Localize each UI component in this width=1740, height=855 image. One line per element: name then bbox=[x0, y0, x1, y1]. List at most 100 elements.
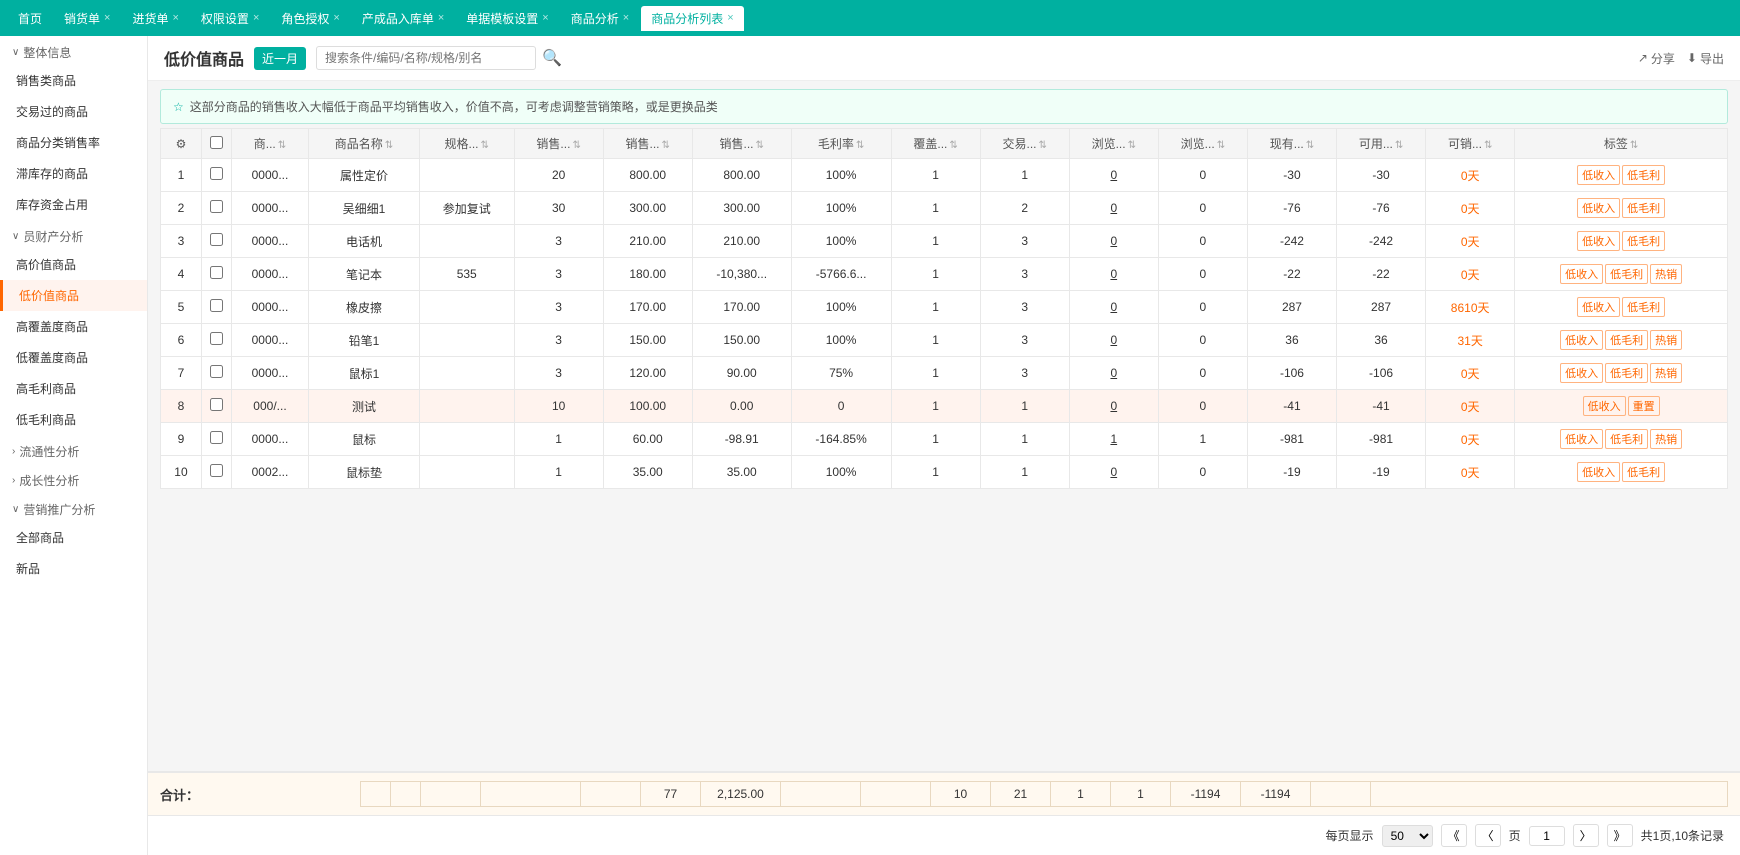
row-checkbox-cell[interactable] bbox=[201, 225, 231, 258]
search-input[interactable] bbox=[316, 46, 536, 70]
row-checkbox[interactable] bbox=[210, 200, 223, 213]
browse1[interactable]: 0 bbox=[1069, 390, 1158, 423]
select-all-checkbox[interactable] bbox=[210, 136, 223, 149]
nav-role-auth[interactable]: 角色授权 × bbox=[271, 6, 349, 31]
sidebar-item-low-value[interactable]: 低价值商品 bbox=[0, 280, 147, 311]
period-button[interactable]: 近一月 bbox=[254, 47, 306, 70]
close-icon[interactable]: × bbox=[727, 12, 733, 24]
sidebar-item-high-value[interactable]: 高价值商品 bbox=[0, 249, 147, 280]
row-checkbox-cell[interactable] bbox=[201, 159, 231, 192]
row-checkbox-cell[interactable] bbox=[201, 291, 231, 324]
transaction-col-header[interactable]: 交易...⇅ bbox=[980, 129, 1069, 159]
collapse-icon[interactable]: ∨ bbox=[12, 504, 19, 515]
expand-icon[interactable]: › bbox=[12, 475, 15, 486]
browse-link[interactable]: 1 bbox=[1110, 432, 1117, 446]
row-checkbox[interactable] bbox=[210, 464, 223, 477]
browse1[interactable]: 1 bbox=[1069, 423, 1158, 456]
row-checkbox[interactable] bbox=[210, 431, 223, 444]
browse-link[interactable]: 0 bbox=[1110, 399, 1117, 413]
row-checkbox[interactable] bbox=[210, 266, 223, 279]
last-page-button[interactable]: 》 bbox=[1607, 824, 1633, 847]
browse-link[interactable]: 0 bbox=[1110, 267, 1117, 281]
row-checkbox[interactable] bbox=[210, 233, 223, 246]
sales-price-col-header[interactable]: 销售...⇅ bbox=[603, 129, 692, 159]
checkbox-col-header[interactable] bbox=[201, 129, 231, 159]
row-checkbox[interactable] bbox=[210, 299, 223, 312]
collapse-icon[interactable]: ∨ bbox=[12, 231, 19, 242]
sales-qty-col-header[interactable]: 销售...⇅ bbox=[514, 129, 603, 159]
browse-link[interactable]: 0 bbox=[1110, 300, 1117, 314]
nav-home[interactable]: 首页 bbox=[8, 6, 52, 31]
sidebar-item-sales-product[interactable]: 销售类商品 bbox=[0, 65, 147, 96]
row-checkbox-cell[interactable] bbox=[201, 456, 231, 489]
row-checkbox-cell[interactable] bbox=[201, 357, 231, 390]
row-checkbox[interactable] bbox=[210, 365, 223, 378]
current-col-header[interactable]: 现有...⇅ bbox=[1247, 129, 1336, 159]
sales-amount-col-header[interactable]: 销售...⇅ bbox=[692, 129, 791, 159]
expand-icon[interactable]: › bbox=[12, 446, 15, 457]
row-checkbox-cell[interactable] bbox=[201, 390, 231, 423]
gross-rate-col-header[interactable]: 毛利率⇅ bbox=[791, 129, 891, 159]
sidebar-item-low-profit[interactable]: 低毛利商品 bbox=[0, 404, 147, 435]
close-icon[interactable]: × bbox=[253, 12, 259, 24]
browse1[interactable]: 0 bbox=[1069, 159, 1158, 192]
browse1[interactable]: 0 bbox=[1069, 357, 1158, 390]
prev-page-button[interactable]: 〈 bbox=[1475, 824, 1501, 847]
row-checkbox[interactable] bbox=[210, 398, 223, 411]
sidebar-item-all-products[interactable]: 全部商品 bbox=[0, 522, 147, 553]
export-button[interactable]: ⬇ 导出 bbox=[1687, 50, 1724, 67]
browse1[interactable]: 0 bbox=[1069, 225, 1158, 258]
nav-product-inbound[interactable]: 产成品入库单 × bbox=[352, 6, 454, 31]
next-page-button[interactable]: 〉 bbox=[1573, 824, 1599, 847]
settings-col-header[interactable]: ⚙ bbox=[161, 129, 202, 159]
browse-link[interactable]: 0 bbox=[1110, 168, 1117, 182]
nav-permission[interactable]: 权限设置 × bbox=[191, 6, 269, 31]
close-icon[interactable]: × bbox=[172, 12, 178, 24]
browse-link[interactable]: 0 bbox=[1110, 333, 1117, 347]
browse-link[interactable]: 0 bbox=[1110, 234, 1117, 248]
table-wrapper[interactable]: ⚙ 商...⇅ 商品名称⇅ 规格...⇅ 销售...⇅ 销售...⇅ 销售...… bbox=[148, 128, 1740, 771]
nav-sales-order[interactable]: 销货单 × bbox=[54, 6, 120, 31]
row-checkbox[interactable] bbox=[210, 332, 223, 345]
sidebar-item-high-coverage[interactable]: 高覆盖度商品 bbox=[0, 311, 147, 342]
sidebar-item-category-sales-rate[interactable]: 商品分类销售率 bbox=[0, 127, 147, 158]
tag-col-header[interactable]: 标签⇅ bbox=[1515, 129, 1728, 159]
sidebar-item-new-products[interactable]: 新品 bbox=[0, 553, 147, 584]
nav-product-analysis[interactable]: 商品分析 × bbox=[561, 6, 639, 31]
browse2-col-header[interactable]: 浏览...⇅ bbox=[1158, 129, 1247, 159]
browse-link[interactable]: 0 bbox=[1110, 201, 1117, 215]
browse-link[interactable]: 0 bbox=[1110, 366, 1117, 380]
sidebar-group-liquidity[interactable]: › 流通性分析 bbox=[0, 435, 147, 464]
sidebar-item-inventory-fund[interactable]: 库存资金占用 bbox=[0, 189, 147, 220]
page-input[interactable] bbox=[1529, 826, 1565, 846]
available-col-header[interactable]: 可用...⇅ bbox=[1337, 129, 1426, 159]
row-checkbox[interactable] bbox=[210, 167, 223, 180]
browse1[interactable]: 0 bbox=[1069, 258, 1158, 291]
share-button[interactable]: ↗ 分享 bbox=[1638, 50, 1675, 67]
browse-link[interactable]: 0 bbox=[1110, 465, 1117, 479]
saleable-col-header[interactable]: 可销...⇅ bbox=[1426, 129, 1515, 159]
browse1[interactable]: 0 bbox=[1069, 324, 1158, 357]
sidebar-item-slow-product[interactable]: 滞库存的商品 bbox=[0, 158, 147, 189]
coverage-col-header[interactable]: 覆盖...⇅ bbox=[891, 129, 980, 159]
browse1[interactable]: 0 bbox=[1069, 291, 1158, 324]
nav-template-setting[interactable]: 单据模板设置 × bbox=[456, 6, 558, 31]
sidebar-item-low-coverage[interactable]: 低覆盖度商品 bbox=[0, 342, 147, 373]
browse1[interactable]: 0 bbox=[1069, 456, 1158, 489]
code-col-header[interactable]: 商...⇅ bbox=[231, 129, 308, 159]
row-checkbox-cell[interactable] bbox=[201, 258, 231, 291]
spec-col-header[interactable]: 规格...⇅ bbox=[419, 129, 514, 159]
browse1-col-header[interactable]: 浏览...⇅ bbox=[1069, 129, 1158, 159]
close-icon[interactable]: × bbox=[438, 12, 444, 24]
nav-product-analysis-list[interactable]: 商品分析列表 × bbox=[641, 6, 743, 31]
sidebar-item-traded-product[interactable]: 交易过的商品 bbox=[0, 96, 147, 127]
close-icon[interactable]: × bbox=[623, 12, 629, 24]
row-checkbox-cell[interactable] bbox=[201, 324, 231, 357]
search-icon[interactable]: 🔍 bbox=[542, 48, 562, 68]
row-checkbox-cell[interactable] bbox=[201, 423, 231, 456]
sidebar-item-high-profit[interactable]: 高毛利商品 bbox=[0, 373, 147, 404]
per-page-select[interactable]: 50 100 bbox=[1382, 825, 1433, 847]
row-checkbox-cell[interactable] bbox=[201, 192, 231, 225]
nav-purchase-order[interactable]: 进货单 × bbox=[122, 6, 188, 31]
first-page-button[interactable]: 《 bbox=[1441, 824, 1467, 847]
